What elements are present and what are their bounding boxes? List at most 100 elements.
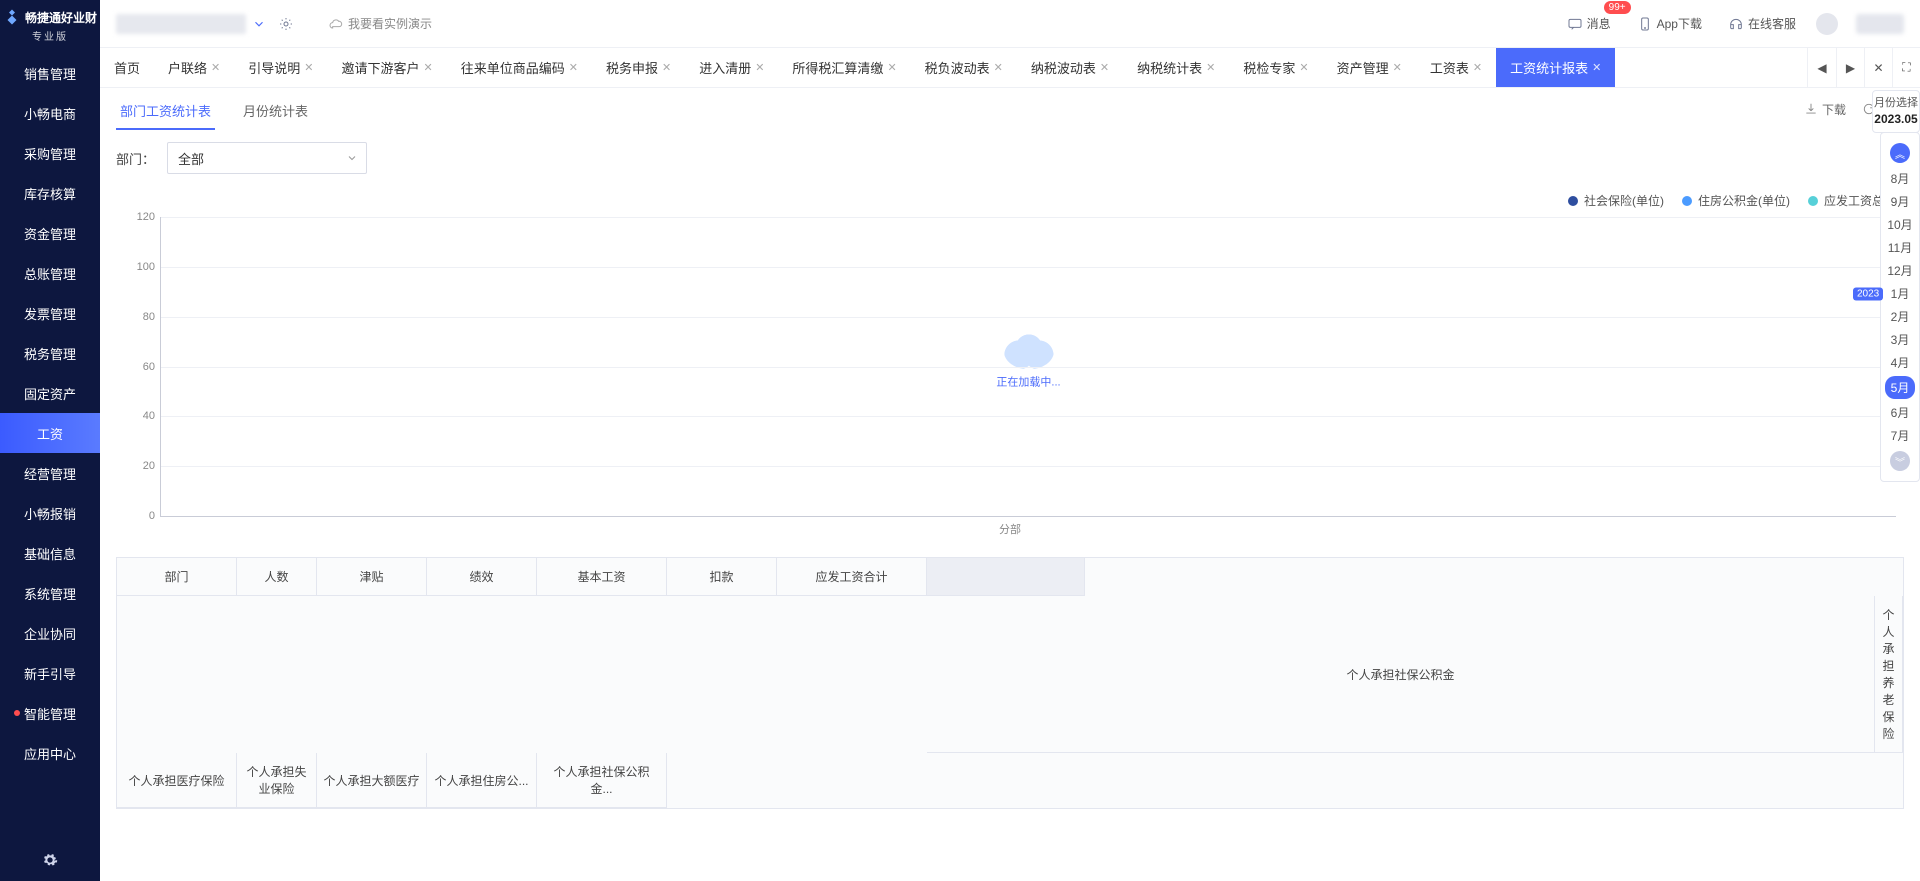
tab-close-icon[interactable]: ✕ <box>887 61 896 74</box>
sidebar-item[interactable]: 小畅报销 <box>0 493 100 533</box>
download-button[interactable]: 下载 <box>1804 101 1846 118</box>
month-scroll-down[interactable]: ︾ <box>1890 451 1910 471</box>
month-item[interactable]: 11月 <box>1881 236 1919 259</box>
month-item[interactable]: 10月 <box>1881 213 1919 236</box>
messages-button[interactable]: 消息 99+ <box>1561 11 1617 36</box>
tab-close-icon[interactable]: ✕ <box>755 61 764 74</box>
app-download-button[interactable]: App下载 <box>1631 11 1708 36</box>
tab[interactable]: 户联络✕ <box>154 48 234 87</box>
tab[interactable]: 进入清册✕ <box>685 48 778 87</box>
month-item[interactable]: 6月 <box>1881 401 1919 424</box>
subtab[interactable]: 月份统计表 <box>239 101 312 130</box>
tabs-prev-button[interactable]: ◀ <box>1808 48 1836 88</box>
month-item[interactable]: 5月 <box>1885 376 1915 399</box>
tab-close-icon[interactable]: ✕ <box>569 61 578 74</box>
table-scroll-gutter[interactable] <box>927 558 1085 596</box>
month-item[interactable]: 2月 <box>1881 305 1919 328</box>
dept-select-value: 全部 <box>178 149 204 168</box>
month-item[interactable]: 8月 <box>1881 167 1919 190</box>
tab[interactable]: 引导说明✕ <box>234 48 327 87</box>
legend-swatch <box>1682 196 1692 206</box>
sidebar-item[interactable]: 采购管理 <box>0 133 100 173</box>
tab-close-icon[interactable]: ✕ <box>1100 61 1109 74</box>
chevron-down-icon <box>346 152 358 164</box>
sidebar-item[interactable]: 小畅电商 <box>0 93 100 133</box>
tab[interactable]: 首页 <box>100 48 154 87</box>
tab-close-icon[interactable]: ✕ <box>662 61 671 74</box>
sidebar-item-label: 应用中心 <box>24 744 76 763</box>
tab-label: 纳税波动表 <box>1031 58 1096 77</box>
org-settings-icon[interactable] <box>272 12 300 36</box>
month-panel-header: 月份选择 2023.05 <box>1872 90 1920 133</box>
tab[interactable]: 邀请下游客户✕ <box>327 48 446 87</box>
legend-item[interactable]: 住房公积金(单位) <box>1682 192 1790 209</box>
username-placeholder[interactable] <box>1856 14 1904 34</box>
tab-close-icon[interactable]: ✕ <box>1206 61 1215 74</box>
sidebar-item[interactable]: 库存核算 <box>0 173 100 213</box>
tab[interactable]: 工资统计报表✕ <box>1496 48 1615 87</box>
sidebar-item[interactable]: 税务管理 <box>0 333 100 373</box>
settings-icon[interactable] <box>42 852 58 871</box>
tab-close-icon[interactable]: ✕ <box>1473 61 1482 74</box>
month-item[interactable]: 12月 <box>1881 259 1919 282</box>
tab[interactable]: 所得税汇算清缴✕ <box>778 48 910 87</box>
tabs-next-button[interactable]: ▶ <box>1836 48 1864 88</box>
month-item[interactable]: 4月 <box>1881 351 1919 374</box>
legend-swatch <box>1808 196 1818 206</box>
tab-close-icon[interactable]: ✕ <box>304 61 313 74</box>
tab-label: 工资表 <box>1430 58 1469 77</box>
sidebar-item[interactable]: 工资 <box>0 413 100 453</box>
subtab[interactable]: 部门工资统计表 <box>116 101 215 130</box>
month-item[interactable]: 7月 <box>1881 424 1919 447</box>
tab[interactable]: 纳税统计表 ✕ <box>1123 48 1229 87</box>
sidebar-item[interactable]: 总账管理 <box>0 253 100 293</box>
tab[interactable]: 税负波动表✕ <box>911 48 1017 87</box>
tabs-close-button[interactable]: ✕ <box>1864 48 1892 88</box>
sidebar-item[interactable]: 销售管理 <box>0 53 100 93</box>
tab-close-icon[interactable]: ✕ <box>1393 61 1402 74</box>
tab-label: 税务申报 <box>606 58 658 77</box>
tab-label: 税检专家 <box>1243 58 1295 77</box>
tab-close-icon[interactable]: ✕ <box>1299 61 1308 74</box>
sidebar-item[interactable]: 智能管理 <box>0 693 100 733</box>
sidebar-item[interactable]: 新手引导 <box>0 653 100 693</box>
month-scroll-up[interactable]: ︽ <box>1890 143 1910 163</box>
tab[interactable]: 资产管理✕ <box>1323 48 1416 87</box>
month-item[interactable]: 9月 <box>1881 190 1919 213</box>
tab-close-icon[interactable]: ✕ <box>211 61 220 74</box>
loading-text: 正在加载中... <box>996 373 1060 389</box>
month-item[interactable]: 3月 <box>1881 328 1919 351</box>
sidebar-item[interactable]: 企业协同 <box>0 613 100 653</box>
legend-item[interactable]: 社会保险(单位) <box>1568 192 1664 209</box>
tab[interactable]: 往来单位商品编码✕ <box>447 48 592 87</box>
tab-label: 纳税统计表 <box>1137 58 1202 77</box>
tab-close-icon[interactable]: ✕ <box>1592 61 1601 74</box>
tab-close-icon[interactable]: ✕ <box>994 61 1003 74</box>
tab-close-icon[interactable]: ✕ <box>424 61 433 74</box>
sidebar-item[interactable]: 发票管理 <box>0 293 100 333</box>
sidebar-item[interactable]: 系统管理 <box>0 573 100 613</box>
sidebar-item[interactable]: 应用中心 <box>0 733 100 773</box>
y-tick: 20 <box>121 460 155 472</box>
sidebar-item[interactable]: 固定资产 <box>0 373 100 413</box>
org-name-placeholder[interactable] <box>116 14 246 34</box>
demo-link[interactable]: 我要看实例演示 <box>328 15 432 32</box>
online-support-button[interactable]: 在线客服 <box>1722 11 1802 36</box>
sidebar-item-label: 总账管理 <box>24 264 76 283</box>
org-chevron-down-icon[interactable] <box>252 17 266 31</box>
sidebar-item[interactable]: 资金管理 <box>0 213 100 253</box>
tab[interactable]: 工资表 ✕ <box>1416 48 1496 87</box>
tab[interactable]: 纳税波动表 ✕ <box>1017 48 1123 87</box>
sidebar-item[interactable]: 经营管理 <box>0 453 100 493</box>
avatar-icon[interactable] <box>1816 13 1838 35</box>
sidebar-item[interactable]: 基础信息 <box>0 533 100 573</box>
table-header: 津贴 <box>317 558 427 596</box>
sidebar-item-label: 采购管理 <box>24 144 76 163</box>
tab[interactable]: 税检专家 ✕ <box>1229 48 1322 87</box>
tab[interactable]: 税务申报 ✕ <box>592 48 685 87</box>
table-group-header: 个人承担社保公积金 <box>927 596 1875 753</box>
fullscreen-button[interactable]: ⛶ <box>1892 48 1920 88</box>
month-item[interactable]: 1月2023 <box>1881 282 1919 305</box>
chart-x-category: 分部 <box>116 517 1904 537</box>
dept-select[interactable]: 全部 <box>167 142 367 174</box>
